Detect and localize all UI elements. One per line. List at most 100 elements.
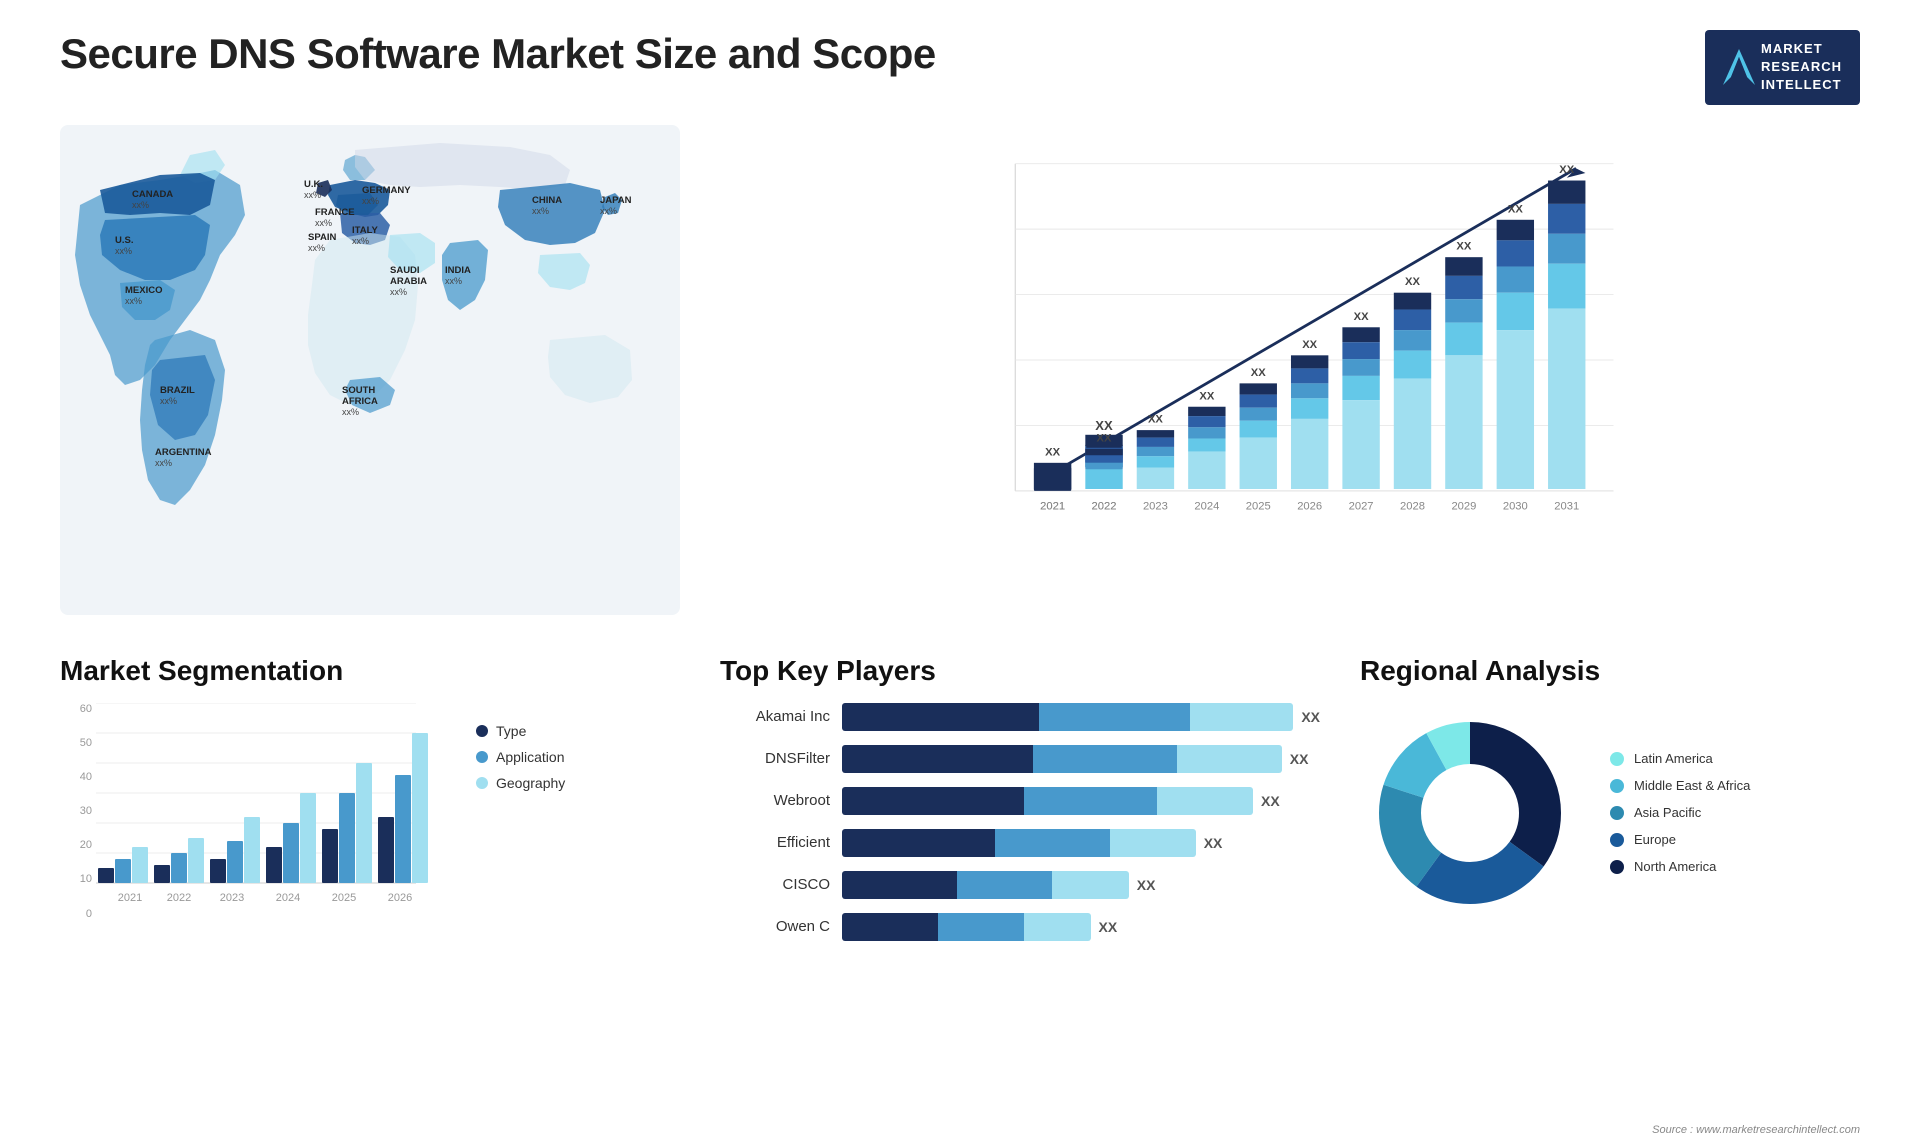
svg-text:XX: XX [1045,446,1060,458]
player-bar-seg2-efficient [995,829,1110,857]
regional-label-europe: Europe [1634,832,1676,847]
map-label-southafrica2: AFRICA [342,396,378,407]
player-bar-akamai: XX [842,703,1320,731]
player-name-akamai: Akamai Inc [720,708,830,725]
svg-text:2026: 2026 [1297,500,1322,512]
player-bar-seg1-akamai [842,703,1039,731]
map-label-japan: JAPAN [600,195,632,206]
svg-text:2022: 2022 [1092,500,1117,512]
seg-y-10: 10 [60,873,92,885]
regional-legend-apac: Asia Pacific [1610,805,1750,820]
svg-text:2023: 2023 [1143,500,1168,512]
svg-text:2024: 2024 [1194,500,1219,512]
bottom-grid: Market Segmentation 0 10 20 30 40 50 60 [60,645,1860,958]
legend-label-geography: Geography [496,775,565,791]
svg-text:2028: 2028 [1400,500,1425,512]
regional-legend: Latin America Middle East & Africa Asia … [1610,751,1750,874]
legend-dot-type [476,725,488,737]
legend-label-type: Type [496,723,526,739]
svg-text:2021: 2021 [118,892,142,904]
svg-text:2031: 2031 [1554,500,1579,512]
seg-y-40: 40 [60,771,92,783]
player-bar-seg1-owenc [842,913,938,941]
player-bar-seg3-efficient [1110,829,1196,857]
segmentation-chart: 2021 2022 2023 [96,703,436,943]
map-label-germany: GERMANY [362,185,411,196]
map-sublabel-argentina: xx% [155,458,172,468]
players-section: Top Key Players Akamai Inc XX DNSFilter [720,645,1320,958]
player-name-owenc: Owen C [720,918,830,935]
regional-dot-northamerica [1610,860,1624,874]
regional-title: Regional Analysis [1360,655,1860,687]
svg-text:XX: XX [1508,203,1523,215]
regional-label-northamerica: North America [1634,859,1716,874]
map-label-southafrica: SOUTH [342,385,375,396]
svg-text:2022: 2022 [167,892,191,904]
seg-y-50: 50 [60,737,92,749]
player-xx-dnsfilter: XX [1290,751,1309,767]
map-label-saudi2: ARABIA [390,276,427,287]
seg-y-20: 20 [60,839,92,851]
regional-label-apac: Asia Pacific [1634,805,1701,820]
map-sublabel-spain: xx% [308,243,325,253]
regional-dot-mea [1610,779,1624,793]
map-sublabel-saudi: xx% [390,287,407,297]
player-bar-seg3-cisco [1052,871,1128,899]
donut-hole [1422,765,1518,861]
player-bar-owenc: XX [842,913,1320,941]
player-xx-cisco: XX [1137,877,1156,893]
header: Secure DNS Software Market Size and Scop… [60,30,1860,105]
svg-text:XX: XX [1097,432,1112,444]
regional-legend-mea: Middle East & Africa [1610,778,1750,793]
player-name-webroot: Webroot [720,792,830,809]
map-label-spain: SPAIN [308,232,336,243]
svg-text:XX: XX [1095,418,1113,433]
svg-text:2025: 2025 [332,892,356,904]
player-xx-efficient: XX [1204,835,1223,851]
player-bar-seg2-owenc [938,913,1024,941]
svg-text:2025: 2025 [1246,500,1271,512]
regional-label-mea: Middle East & Africa [1634,778,1750,793]
regional-label-latam: Latin America [1634,751,1713,766]
player-bar-seg2-akamai [1039,703,1189,731]
svg-text:XX: XX [1302,338,1317,350]
segmentation-title: Market Segmentation [60,655,680,687]
player-row-akamai: Akamai Inc XX [720,703,1320,731]
svg-text:2024: 2024 [276,892,300,904]
player-bar-seg1-efficient [842,829,995,857]
svg-text:2029: 2029 [1451,500,1476,512]
seg-y-0: 0 [60,908,92,920]
regional-legend-northamerica: North America [1610,859,1750,874]
page-container: Secure DNS Software Market Size and Scop… [0,0,1920,1146]
svg-text:2021: 2021 [1040,500,1065,512]
player-bar-seg3-webroot [1157,787,1253,815]
map-label-saudi: SAUDI [390,265,420,276]
player-row-owenc: Owen C XX [720,913,1320,941]
seg-y-30: 30 [60,805,92,817]
map-sublabel-brazil: xx% [160,396,177,406]
logo-icon [1723,49,1755,85]
player-row-dnsfilter: DNSFilter XX [720,745,1320,773]
map-sublabel-china: xx% [532,206,549,216]
player-bar-seg3-akamai [1190,703,1293,731]
player-name-cisco: CISCO [720,876,830,893]
player-row-cisco: CISCO XX [720,871,1320,899]
source-text: Source : www.marketresearchintellect.com [1652,1124,1860,1136]
regional-section: Regional Analysis [1360,645,1860,958]
logo-area: MARKET RESEARCH INTELLECT [1705,30,1860,105]
svg-text:XX: XX [1559,164,1574,176]
map-sublabel-southafrica: xx% [342,407,359,417]
map-sublabel-germany: xx% [362,196,379,206]
player-bar-efficient: XX [842,829,1320,857]
map-sublabel-italy: xx% [352,236,369,246]
legend-dot-geography [476,777,488,789]
player-bar-seg1-dnsfilter [842,745,1033,773]
player-bar-seg1-cisco [842,871,957,899]
svg-text:XX: XX [1148,413,1163,425]
donut-container: Latin America Middle East & Africa Asia … [1360,703,1860,923]
svg-text:XX: XX [1354,310,1369,322]
svg-text:XX: XX [1251,366,1266,378]
map-sublabel-india: xx% [445,276,462,286]
growth-chart-svg: XX 2021 XX 2022 XX [770,145,1840,575]
player-bar-seg3-owenc [1024,913,1091,941]
